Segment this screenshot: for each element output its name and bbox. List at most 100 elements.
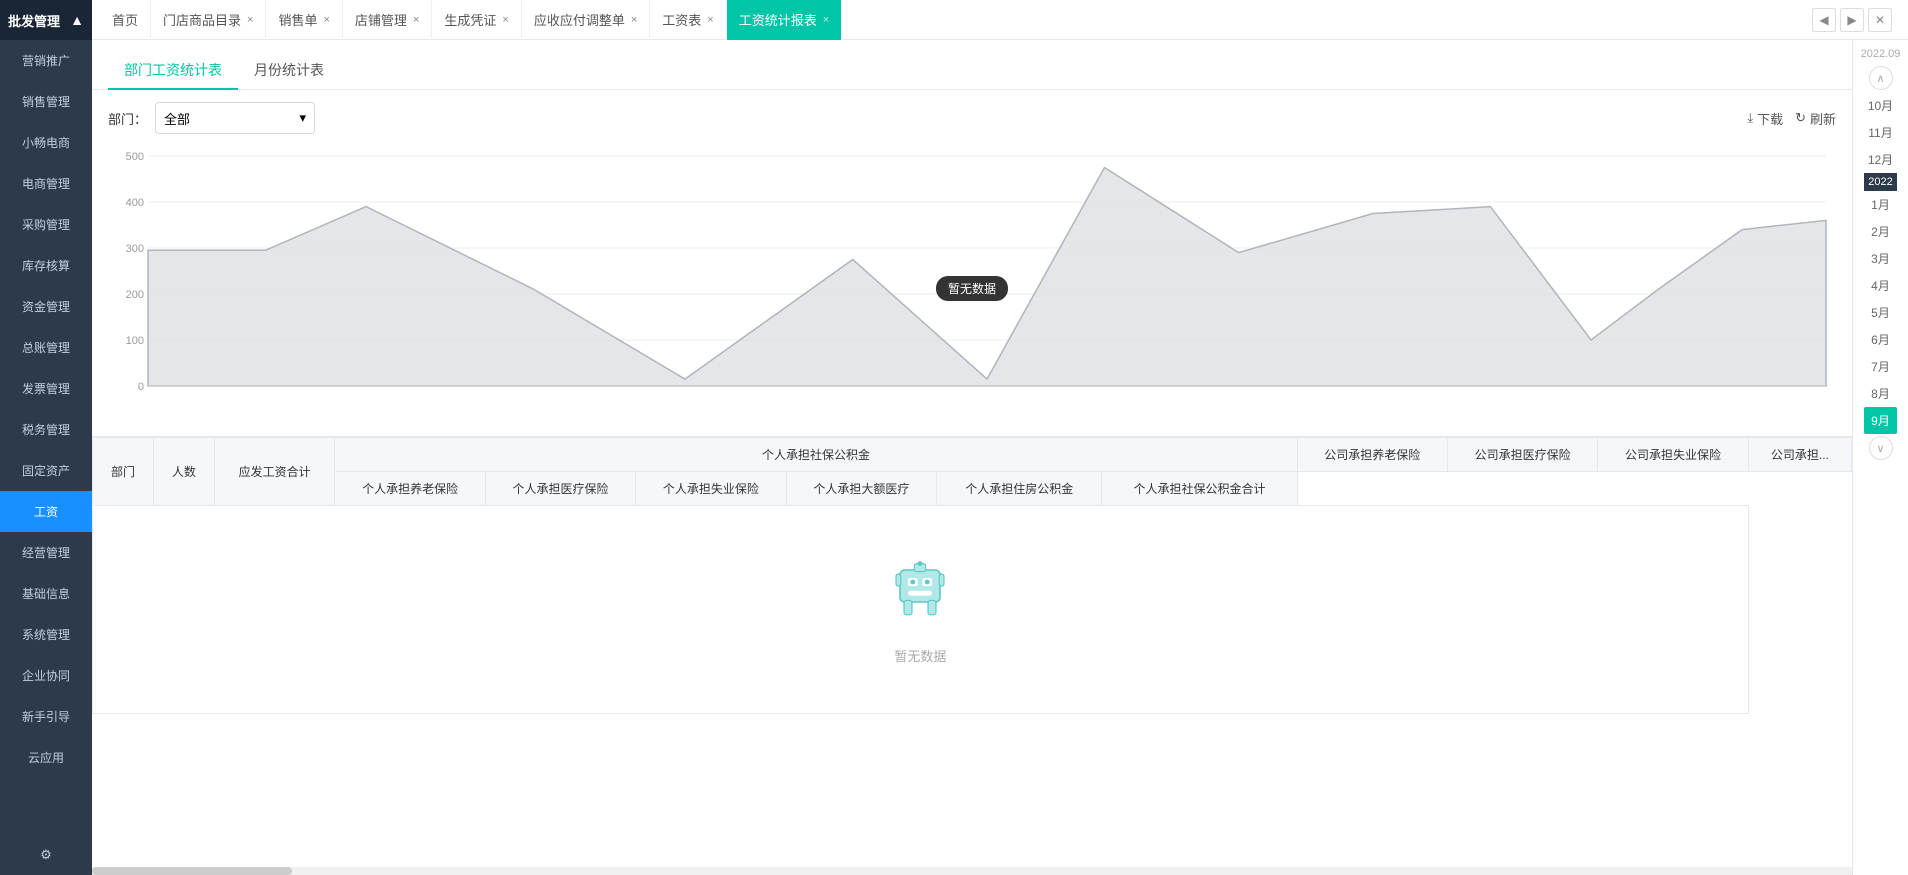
tab-scroll-left[interactable]: ◀	[1812, 8, 1836, 32]
dept-select-value: 全部	[164, 109, 190, 128]
sidebar-item-invoice[interactable]: 发票管理	[0, 368, 92, 409]
svg-text:100: 100	[126, 335, 144, 347]
tab-close-receivable[interactable]: ×	[631, 14, 637, 26]
tab-receivable[interactable]: 应收应付调整单×	[522, 0, 650, 40]
filter-area: 部门： 全部 ▾	[108, 102, 315, 134]
tab-product-catalog[interactable]: 门店商品目录 ×	[151, 0, 266, 40]
sidebar-item-tax[interactable]: 税务管理	[0, 409, 92, 450]
main-area: 首页门店商品目录×销售单×店铺管理×生成凭证×应收应付调整单×工资表×工资统计报…	[92, 0, 1908, 875]
dept-label: 部门：	[108, 109, 147, 128]
tab-label-produce-cert: 生成凭证	[444, 10, 496, 29]
svg-text:300: 300	[126, 243, 144, 255]
timeline-header: 2022.09	[1861, 44, 1901, 64]
tab-scroll-right[interactable]: ▶	[1840, 8, 1864, 32]
svg-text:0: 0	[138, 381, 144, 393]
col-p-medical: 个人承担医疗保险	[485, 472, 635, 506]
chart-area: 5004003002001000 暂无数据	[92, 146, 1852, 436]
tab-sales-order[interactable]: 销售单 ×	[266, 0, 342, 40]
tab-home[interactable]: 首页	[100, 0, 151, 40]
col-personal-group: 个人承担社保公积金	[335, 438, 1297, 472]
sidebar-item-enterprise[interactable]: 企业协同	[0, 655, 92, 696]
tab-payroll-table[interactable]: 工资表 ×	[650, 0, 726, 40]
timeline-month-1月[interactable]: 1月	[1864, 191, 1897, 218]
tab-store-mgmt[interactable]: 店铺管理×	[343, 0, 432, 40]
timeline-month-12月[interactable]: 12月	[1864, 146, 1897, 173]
timeline-month-9月[interactable]: 9月	[1864, 407, 1897, 434]
sidebar-item-payroll[interactable]: 工资	[0, 491, 92, 532]
table-wrapper[interactable]: 部门 人数 应发工资合计 个人承担社保公积金 公司承担养老保险 公司承担医疗保险…	[92, 436, 1852, 867]
sidebar-item-assets[interactable]: 固定资产	[0, 450, 92, 491]
sidebar-settings-btn[interactable]: ⚙	[0, 835, 92, 875]
svg-text:500: 500	[126, 151, 144, 163]
download-icon: ⤓	[1747, 110, 1753, 126]
sidebar: 批发管理 ▲ 营销推广销售管理小畅电商电商管理采购管理库存核算资金管理总账管理发…	[0, 0, 92, 875]
timeline-month-11月[interactable]: 11月	[1864, 119, 1897, 146]
scroll-indicator[interactable]	[92, 867, 1852, 875]
sidebar-logo: 批发管理 ▲	[0, 0, 92, 40]
timeline-month-4月[interactable]: 4月	[1864, 272, 1897, 299]
col-p-major-medical: 个人承担大额医疗	[786, 472, 936, 506]
tab-close-store-mgmt[interactable]: ×	[413, 14, 419, 26]
timeline-year-2022: 2022	[1864, 173, 1897, 191]
timeline-month-10月[interactable]: 10月	[1864, 92, 1897, 119]
sidebar-item-cloud[interactable]: 云应用	[0, 737, 92, 778]
timeline-month-8月[interactable]: 8月	[1864, 380, 1897, 407]
tab-close-produce-cert[interactable]: ×	[502, 14, 508, 26]
download-btn[interactable]: ⤓ 下载	[1747, 109, 1783, 128]
col-dept: 部门	[93, 438, 154, 506]
timeline-month-5月[interactable]: 5月	[1864, 299, 1897, 326]
timeline-month-2月[interactable]: 2月	[1864, 218, 1897, 245]
timeline-month-6月[interactable]: 6月	[1864, 326, 1897, 353]
tab-produce-cert[interactable]: 生成凭证 ×	[432, 0, 521, 40]
sidebar-item-system[interactable]: 系统管理	[0, 614, 92, 655]
scroll-thumb	[92, 867, 292, 875]
sidebar-logo-text: 批发管理	[8, 11, 60, 30]
col-p-housing: 个人承担住房公积金	[937, 472, 1102, 506]
tab-close-product-catalog[interactable]: ×	[247, 14, 253, 26]
timeline-month-7月[interactable]: 7月	[1864, 353, 1897, 380]
timeline-nav-down[interactable]: ∨	[1869, 436, 1893, 460]
tab-dept-stats[interactable]: 部门工资统计表	[108, 52, 238, 90]
empty-row: 暂无数据	[93, 506, 1852, 714]
tab-controls: ◀ ▶ ✕	[1804, 8, 1900, 32]
tab-label-sales-order: 销售单	[278, 10, 317, 29]
sidebar-item-finance[interactable]: 资金管理	[0, 286, 92, 327]
sidebar-item-guide[interactable]: 新手引导	[0, 696, 92, 737]
toolbar: 部门： 全部 ▾ ⤓ 下载 ↻ 刷新	[92, 90, 1852, 146]
content-area: 部门工资统计表 月份统计表 部门： 全部 ▾ ⤓ 下载	[92, 40, 1908, 875]
sidebar-item-purchase[interactable]: 采购管理	[0, 204, 92, 245]
tab-close-all[interactable]: ✕	[1868, 8, 1892, 32]
timeline-month-3月[interactable]: 3月	[1864, 245, 1897, 272]
tab-close-sales-order[interactable]: ×	[323, 14, 329, 26]
col-company-medical: 公司承担医疗保险	[1447, 438, 1597, 472]
empty-text: 暂无数据	[894, 646, 946, 665]
sidebar-item-ecom-mini[interactable]: 小畅电商	[0, 122, 92, 163]
col-company-other: 公司承担...	[1748, 438, 1851, 472]
timeline-nav-up[interactable]: ∧	[1869, 66, 1893, 90]
tab-month-stats[interactable]: 月份统计表	[238, 52, 340, 90]
sidebar-item-operations[interactable]: 经营管理	[0, 532, 92, 573]
sidebar-item-ledger[interactable]: 总账管理	[0, 327, 92, 368]
col-count: 人数	[153, 438, 214, 506]
sidebar-item-ecom[interactable]: 电商管理	[0, 163, 92, 204]
sidebar-item-sales[interactable]: 销售管理	[0, 81, 92, 122]
col-company-pension: 公司承担养老保险	[1297, 438, 1447, 472]
dept-select-arrow: ▾	[299, 110, 306, 126]
empty-icon	[880, 554, 960, 634]
tab-close-payroll-table[interactable]: ×	[707, 14, 713, 26]
sub-tabs: 部门工资统计表 月份统计表	[92, 40, 1852, 90]
col-p-total: 个人承担社保公积金合计	[1102, 472, 1297, 506]
tab-label-payroll-table: 工资表	[662, 10, 701, 29]
sidebar-item-marketing[interactable]: 营销推广	[0, 40, 92, 81]
svg-text:200: 200	[126, 289, 144, 301]
tab-payroll-report[interactable]: 工资统计报表×	[727, 0, 842, 40]
main-content: 部门工资统计表 月份统计表 部门： 全部 ▾ ⤓ 下载	[92, 40, 1852, 875]
tab-close-payroll-report[interactable]: ×	[823, 14, 829, 26]
sidebar-item-base[interactable]: 基础信息	[0, 573, 92, 614]
dept-select[interactable]: 全部 ▾	[155, 102, 315, 134]
col-p-unemploy: 个人承担失业保险	[636, 472, 786, 506]
col-total: 应发工资合计	[214, 438, 335, 506]
tab-label-product-catalog: 门店商品目录	[163, 10, 241, 29]
sidebar-item-inventory[interactable]: 库存核算	[0, 245, 92, 286]
refresh-btn[interactable]: ↻ 刷新	[1795, 109, 1836, 128]
